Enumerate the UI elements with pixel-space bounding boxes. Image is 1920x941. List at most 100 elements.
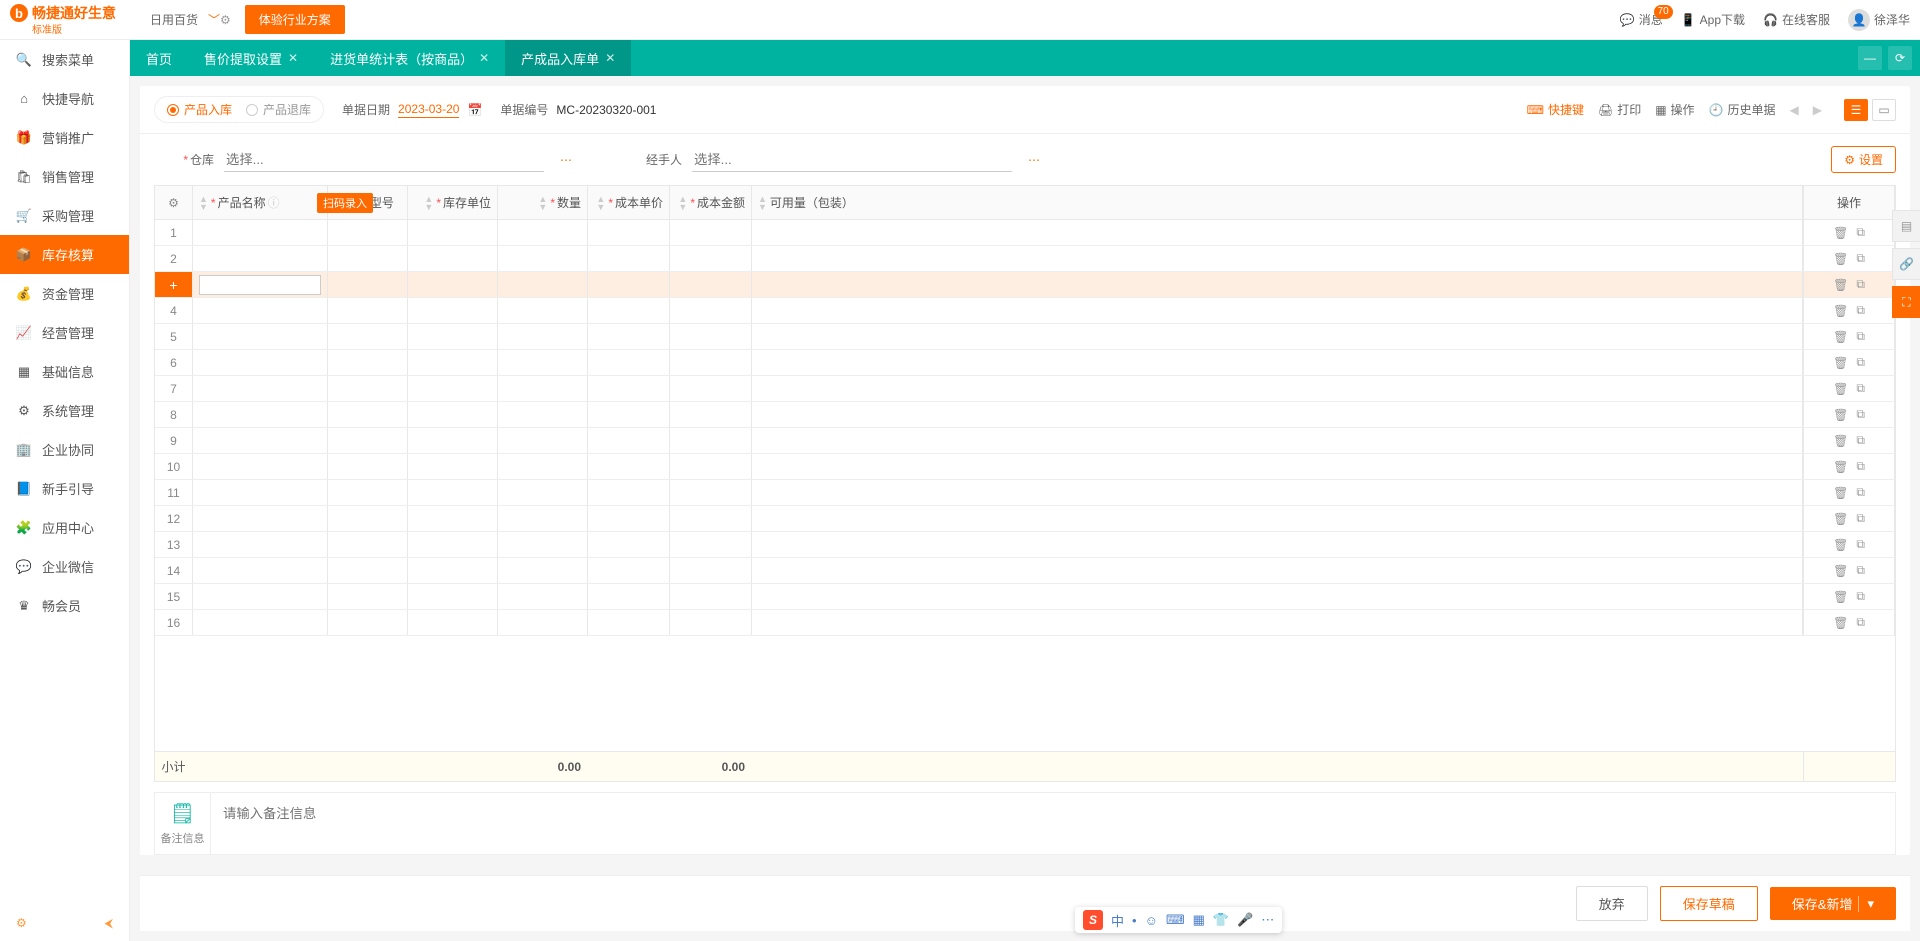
copy-row-icon[interactable]: ⧉ (1856, 355, 1865, 370)
cell-unit[interactable] (408, 532, 498, 557)
cell-qty[interactable] (498, 506, 588, 531)
copy-row-icon[interactable]: ⧉ (1856, 615, 1865, 630)
cell-price[interactable] (588, 532, 670, 557)
view-list-button[interactable]: ☰ (1844, 99, 1868, 121)
cell-avail[interactable] (752, 480, 1803, 505)
col-qty[interactable]: ▲▼ * 数量 (498, 186, 588, 219)
tab-1[interactable]: 售价提取设置✕ (188, 40, 314, 76)
cell-qty[interactable] (498, 480, 588, 505)
cell-unit[interactable] (408, 324, 498, 349)
cell-avail[interactable] (752, 220, 1803, 245)
cell-unit[interactable] (408, 480, 498, 505)
cell-price[interactable] (588, 610, 670, 635)
cell-spec[interactable] (328, 610, 408, 635)
cell-amount[interactable] (670, 272, 752, 297)
cell-qty[interactable] (498, 454, 588, 479)
radio-product-return[interactable]: 产品退库 (246, 101, 311, 118)
cell-product-name[interactable] (193, 376, 328, 401)
sidebar-item-7[interactable]: 📈经营管理 (0, 313, 129, 352)
col-product-name[interactable]: ▲▼ * 产品名称 ⓘ 扫码录入 (193, 186, 328, 219)
cell-unit[interactable] (408, 298, 498, 323)
cell-avail[interactable] (752, 532, 1803, 557)
table-row[interactable]: 13🗑⧉ (155, 532, 1895, 558)
ime-item[interactable]: ⌨ (1166, 912, 1185, 928)
cell-avail[interactable] (752, 584, 1803, 609)
copy-row-icon[interactable]: ⧉ (1856, 485, 1865, 500)
sidebar-item-0[interactable]: 🔍搜索菜单 (0, 40, 129, 79)
radio-product-in[interactable]: 产品入库 (167, 101, 232, 118)
cell-avail[interactable] (752, 272, 1803, 297)
col-avail[interactable]: ▲▼ 可用量（包装） (752, 186, 1803, 219)
close-icon[interactable]: ✕ (605, 51, 615, 65)
cell-price[interactable] (588, 558, 670, 583)
cell-avail[interactable] (752, 610, 1803, 635)
tab-minimize-button[interactable]: — (1858, 46, 1882, 70)
cell-spec[interactable] (328, 350, 408, 375)
view-card-button[interactable]: ▭ (1872, 99, 1896, 121)
table-row[interactable]: 1🗑⧉ (155, 220, 1895, 246)
table-row[interactable]: 12🗑⧉ (155, 506, 1895, 532)
cell-product-name[interactable] (193, 480, 328, 505)
delete-row-icon[interactable]: 🗑 (1833, 382, 1848, 396)
cell-qty[interactable] (498, 532, 588, 557)
cell-avail[interactable] (752, 428, 1803, 453)
cell-spec[interactable] (328, 220, 408, 245)
table-row[interactable]: 5🗑⧉ (155, 324, 1895, 350)
delete-row-icon[interactable]: 🗑 (1833, 564, 1848, 578)
delete-row-icon[interactable]: 🗑 (1833, 616, 1848, 630)
cell-price[interactable] (588, 272, 670, 297)
save-draft-button[interactable]: 保存草稿 (1660, 886, 1758, 921)
cell-qty[interactable] (498, 610, 588, 635)
cell-qty[interactable] (498, 350, 588, 375)
cell-unit[interactable] (408, 376, 498, 401)
copy-row-icon[interactable]: ⧉ (1856, 563, 1865, 578)
cell-product-name[interactable] (193, 584, 328, 609)
discard-button[interactable]: 放弃 (1576, 886, 1648, 921)
cell-amount[interactable] (670, 584, 752, 609)
copy-row-icon[interactable]: ⧉ (1856, 251, 1865, 266)
cell-avail[interactable] (752, 350, 1803, 375)
cell-price[interactable] (588, 324, 670, 349)
handler-more-icon[interactable]: ⋯ (1028, 153, 1040, 167)
table-row[interactable]: 9🗑⧉ (155, 428, 1895, 454)
sidebar-item-9[interactable]: ⚙系统管理 (0, 391, 129, 430)
cell-amount[interactable] (670, 324, 752, 349)
sidebar-item-5[interactable]: 📦库存核算 (0, 235, 129, 274)
cell-spec[interactable] (328, 506, 408, 531)
cell-amount[interactable] (670, 428, 752, 453)
table-row[interactable]: +🗑⧉ (155, 272, 1895, 298)
close-icon[interactable]: ✕ (288, 51, 298, 65)
table-row[interactable]: 2🗑⧉ (155, 246, 1895, 272)
cell-product-name[interactable] (193, 298, 328, 323)
cell-qty[interactable] (498, 376, 588, 401)
app-download-button[interactable]: 📱 App下载 (1681, 11, 1745, 28)
sidebar-item-1[interactable]: ⌂快捷导航 (0, 79, 129, 118)
prev-doc-button[interactable]: ◀ (1790, 103, 1799, 117)
delete-row-icon[interactable]: 🗑 (1833, 330, 1848, 344)
scan-button[interactable]: 扫码录入 (317, 193, 373, 213)
cell-avail[interactable] (752, 558, 1803, 583)
cell-qty[interactable] (498, 298, 588, 323)
tab-2[interactable]: 进货单统计表（按商品）✕ (314, 40, 505, 76)
ime-item[interactable]: • (1132, 913, 1137, 928)
cell-qty[interactable] (498, 558, 588, 583)
cell-product-name[interactable] (193, 610, 328, 635)
cell-amount[interactable] (670, 350, 752, 375)
history-button[interactable]: 🕘 历史单据 (1709, 101, 1776, 118)
online-service-button[interactable]: 🎧 在线客服 (1763, 11, 1830, 28)
ime-toolbar[interactable]: S 中 • ☺ ⌨ ▦ 👕 🎤 ⋯ (1075, 907, 1282, 933)
delete-row-icon[interactable]: 🗑 (1833, 590, 1848, 604)
warehouse-input[interactable] (224, 148, 544, 172)
cell-qty[interactable] (498, 272, 588, 297)
cell-price[interactable] (588, 402, 670, 427)
messages-button[interactable]: 💬 消息 70 (1620, 11, 1663, 28)
cell-unit[interactable] (408, 428, 498, 453)
table-row[interactable]: 11🗑⧉ (155, 480, 1895, 506)
cell-avail[interactable] (752, 324, 1803, 349)
sidebar-item-12[interactable]: 🧩应用中心 (0, 508, 129, 547)
cell-product-name[interactable] (193, 220, 328, 245)
cell-qty[interactable] (498, 246, 588, 271)
cell-amount[interactable] (670, 402, 752, 427)
cell-amount[interactable] (670, 506, 752, 531)
delete-row-icon[interactable]: 🗑 (1833, 408, 1848, 422)
